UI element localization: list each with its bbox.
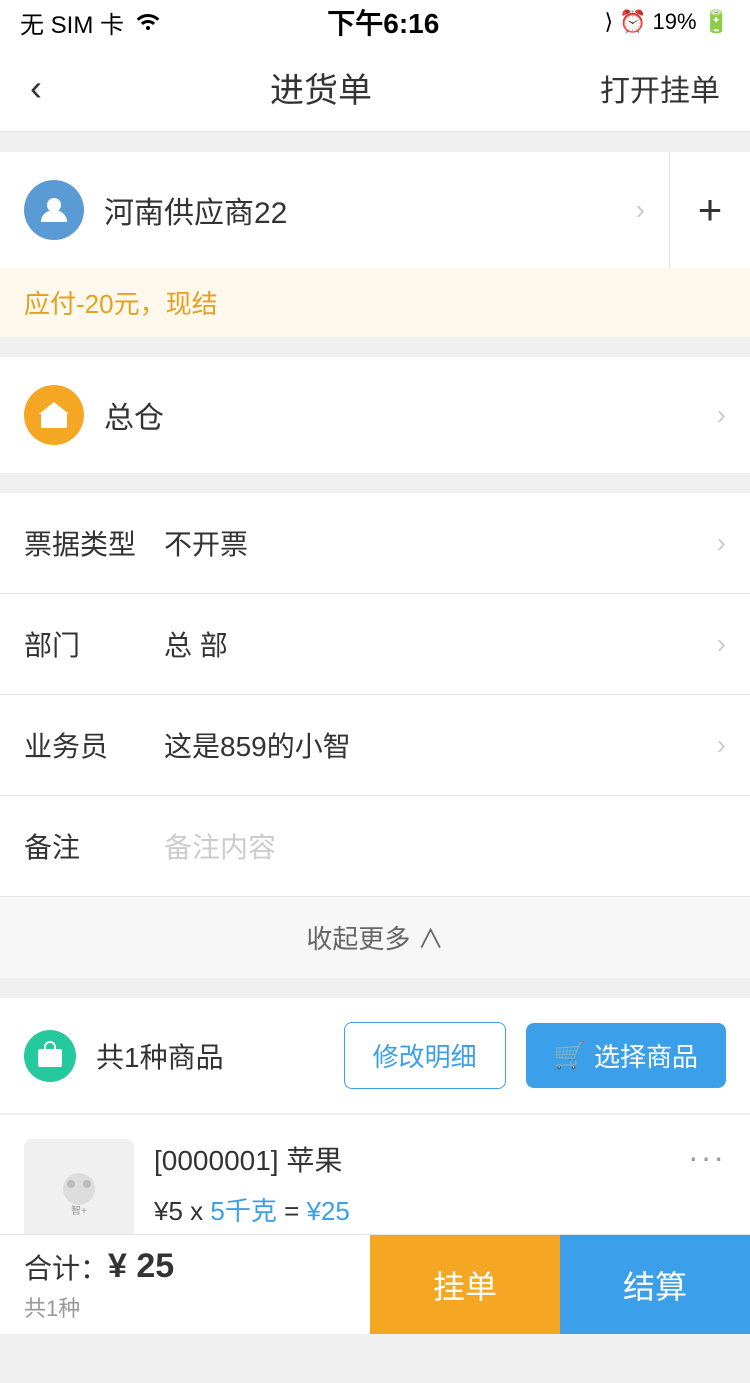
salesman-label: 业务员 (24, 725, 164, 765)
product-icon (24, 1030, 76, 1082)
product-thumbnail: 智+ (24, 1139, 134, 1249)
page-title: 进货单 (270, 63, 372, 112)
spacer-2 (0, 337, 750, 357)
remark-row[interactable]: 备注 备注内容 (0, 796, 750, 896)
ticket-type-value: 不开票 (164, 523, 707, 563)
product-price-line: ¥5 x 5千克 = ¥25 (154, 1191, 668, 1228)
status-right: ⟩ ⏰ 19% 🔋 (605, 9, 730, 35)
total-row: 合计： ¥ 25 (24, 1247, 346, 1287)
product-info: [0000001] 苹果 ¥5 x 5千克 = ¥25 (154, 1139, 668, 1228)
warehouse-name: 总仓 (104, 393, 707, 437)
supplier-selector[interactable]: 河南供应商22 › (0, 152, 670, 268)
ticket-type-row[interactable]: 票据类型 不开票 › (0, 493, 750, 593)
hang-order-button[interactable]: 挂单 (370, 1235, 560, 1334)
notice-text: 应付-20元，现结 (24, 289, 218, 319)
department-label: 部门 (24, 624, 164, 664)
total-count: 共1种 (24, 1291, 346, 1323)
supplier-avatar (24, 180, 84, 240)
total-label: 合计： (24, 1247, 108, 1287)
spacer-1 (0, 132, 750, 152)
remark-label: 备注 (24, 826, 164, 866)
notice-bar: 应付-20元，现结 (0, 268, 750, 337)
alarm-icon: ⏰ (619, 9, 646, 35)
supplier-section: 河南供应商22 › + (0, 152, 750, 268)
product-header: 共1种商品 修改明细 🛒 选择商品 (0, 998, 750, 1113)
department-value: 总 部 (164, 624, 707, 664)
bottom-bar: 合计： ¥ 25 共1种 挂单 结算 (0, 1234, 750, 1334)
line-total: ¥25 (307, 1196, 350, 1226)
spacer-3 (0, 473, 750, 493)
equals-symbol: = (284, 1196, 306, 1226)
nav-bar: ‹ 进货单 打开挂单 (0, 44, 750, 132)
battery-icon: 🔋 (703, 9, 730, 35)
open-hang-button[interactable]: 打开挂单 (600, 66, 720, 110)
chevron-right-icon: › (636, 194, 645, 226)
checkout-button[interactable]: 结算 (560, 1235, 750, 1334)
supplier-name: 河南供应商22 (104, 188, 626, 232)
product-more-button[interactable]: ··· (688, 1139, 726, 1176)
status-time: 下午6:16 (327, 2, 439, 42)
multiply-symbol: x (190, 1196, 210, 1226)
quantity: 5千克 (210, 1196, 276, 1226)
edit-detail-button[interactable]: 修改明细 (344, 1022, 506, 1089)
department-chevron-icon: › (717, 628, 726, 660)
salesman-chevron-icon: › (717, 729, 726, 761)
wifi-icon (134, 8, 162, 37)
select-product-button[interactable]: 🛒 选择商品 (526, 1023, 726, 1088)
warehouse-chevron-icon: › (717, 399, 726, 431)
status-left: 无 SIM 卡 (20, 5, 162, 40)
back-button[interactable]: ‹ (30, 67, 42, 109)
product-name: [0000001] 苹果 (154, 1139, 668, 1179)
location-icon: ⟩ (605, 9, 614, 35)
ticket-type-label: 票据类型 (24, 523, 164, 563)
total-amount: ¥ 25 (108, 1247, 174, 1286)
unit-price: ¥5 (154, 1196, 183, 1226)
cart-icon: 🛒 (554, 1040, 586, 1071)
sim-signal: 无 SIM 卡 (20, 5, 124, 40)
remark-placeholder: 备注内容 (164, 826, 726, 866)
salesman-value: 这是859的小智 (164, 725, 707, 765)
spacer-4 (0, 978, 750, 998)
department-row[interactable]: 部门 总 部 › (0, 594, 750, 694)
status-bar: 无 SIM 卡 下午6:16 ⟩ ⏰ 19% 🔋 (0, 0, 750, 44)
product-count: 共1种商品 (96, 1036, 324, 1076)
warehouse-selector[interactable]: 总仓 › (0, 357, 750, 473)
collapse-button[interactable]: 收起更多 ∧ (0, 896, 750, 978)
ticket-type-chevron-icon: › (717, 527, 726, 559)
salesman-row[interactable]: 业务员 这是859的小智 › (0, 695, 750, 795)
warehouse-icon (24, 385, 84, 445)
battery-text: 19% (653, 9, 697, 35)
select-product-label: 选择商品 (594, 1037, 698, 1074)
supplier-add-button[interactable]: + (670, 152, 750, 268)
svg-text:智+: 智+ (71, 1204, 87, 1217)
total-section: 合计： ¥ 25 共1种 (0, 1235, 370, 1334)
